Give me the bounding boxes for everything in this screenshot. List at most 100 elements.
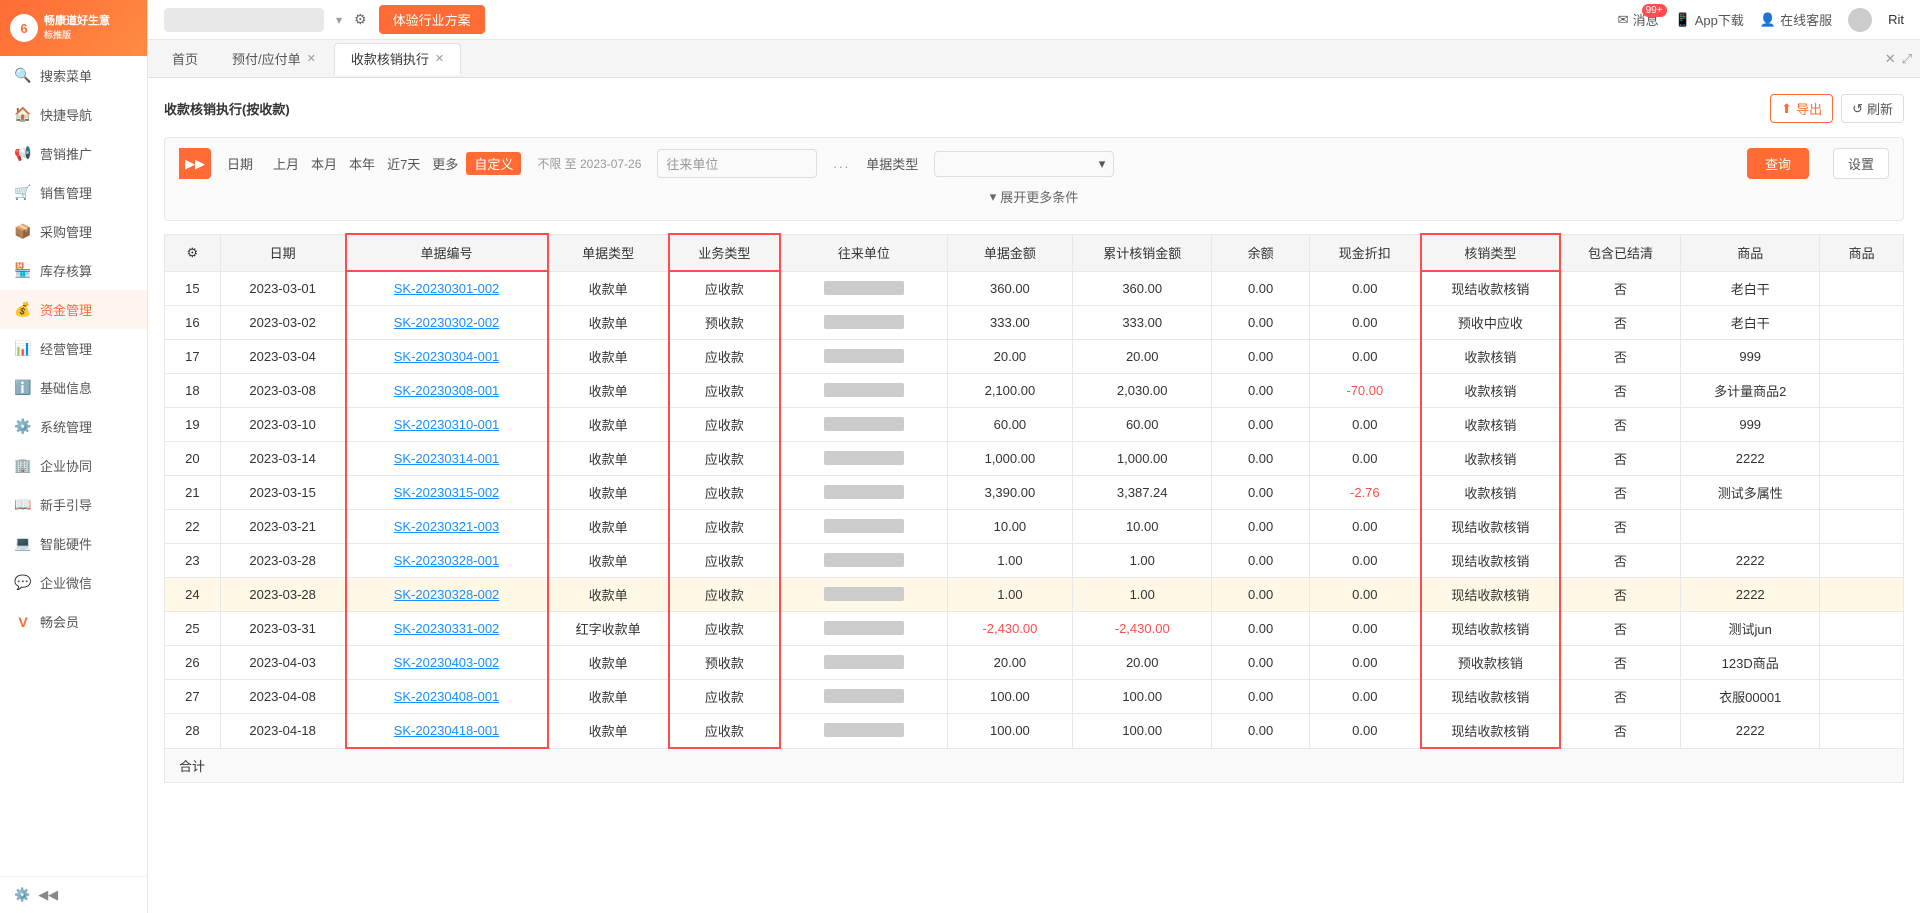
table-row: 15 2023-03-01 SK-20230301-002 收款单 应收款 36… bbox=[165, 271, 1904, 306]
tab-prepay-close-icon[interactable]: ✕ bbox=[307, 52, 316, 65]
sidebar-item-member[interactable]: V 畅会员 bbox=[0, 602, 147, 641]
date-custom-button[interactable]: 自定义 bbox=[466, 152, 521, 175]
setting-button[interactable]: 设置 bbox=[1833, 148, 1889, 179]
cell-docno-3[interactable]: SK-20230308-001 bbox=[346, 374, 548, 408]
sidebar-item-finance[interactable]: 💰 资金管理 bbox=[0, 290, 147, 329]
cell-amount-3: 2,100.00 bbox=[947, 374, 1072, 408]
export-button[interactable]: ⬆ 导出 bbox=[1770, 94, 1833, 123]
user-avatar[interactable] bbox=[1848, 8, 1872, 32]
cell-partner-1 bbox=[780, 306, 947, 340]
sidebar-item-basic[interactable]: ℹ️ 基础信息 bbox=[0, 368, 147, 407]
cell-writeoff-6: 3,387.24 bbox=[1073, 476, 1212, 510]
cell-docno-1[interactable]: SK-20230302-002 bbox=[346, 306, 548, 340]
table-row: 16 2023-03-02 SK-20230302-002 收款单 预收款 33… bbox=[165, 306, 1904, 340]
cell-cashdisc-10: 0.00 bbox=[1309, 612, 1420, 646]
filter-dots: ... bbox=[833, 156, 850, 171]
sidebar-label-search: 搜索菜单 bbox=[40, 66, 92, 85]
col-doctype-header: 单据类型 bbox=[548, 234, 669, 271]
date-7days-button[interactable]: 近7天 bbox=[383, 152, 424, 175]
date-this-year-button[interactable]: 本年 bbox=[345, 152, 379, 175]
cell-balance-6: 0.00 bbox=[1212, 476, 1309, 510]
ops-nav-icon: 📊 bbox=[14, 340, 32, 357]
cell-docno-8[interactable]: SK-20230328-001 bbox=[346, 544, 548, 578]
cell-docno-9[interactable]: SK-20230328-002 bbox=[346, 578, 548, 612]
date-more-button[interactable]: 更多 bbox=[428, 152, 462, 175]
cell-docno-5[interactable]: SK-20230314-001 bbox=[346, 442, 548, 476]
cell-goods2-7 bbox=[1820, 510, 1904, 544]
sidebar-item-wechat[interactable]: 💬 企业微信 bbox=[0, 563, 147, 602]
cell-docno-7[interactable]: SK-20230321-003 bbox=[346, 510, 548, 544]
tab-home[interactable]: 首页 bbox=[156, 43, 214, 75]
cell-partner-12 bbox=[780, 680, 947, 714]
sidebar-item-guide[interactable]: 📖 新手引导 bbox=[0, 485, 147, 524]
cell-docno-0[interactable]: SK-20230301-002 bbox=[346, 271, 548, 306]
cell-docno-6[interactable]: SK-20230315-002 bbox=[346, 476, 548, 510]
collapse-icon[interactable]: ◀◀ bbox=[38, 887, 58, 903]
refresh-label: 刷新 bbox=[1867, 99, 1893, 118]
settings-icon[interactable]: ⚙️ bbox=[14, 887, 30, 903]
sidebar-item-operations[interactable]: 📊 经营管理 bbox=[0, 329, 147, 368]
cell-goods2-12 bbox=[1820, 680, 1904, 714]
sidebar-item-corp[interactable]: 🏢 企业协同 bbox=[0, 446, 147, 485]
partner-input[interactable]: 往来单位 bbox=[657, 149, 817, 178]
cell-writeofftype-3: 收款核销 bbox=[1421, 374, 1560, 408]
message-badge: 99+ bbox=[1642, 4, 1667, 17]
cell-goods1-6: 测试多属性 bbox=[1681, 476, 1820, 510]
cell-incleared-10: 否 bbox=[1560, 612, 1681, 646]
sidebar-item-system[interactable]: ⚙️ 系统管理 bbox=[0, 407, 147, 446]
cell-docno-4[interactable]: SK-20230310-001 bbox=[346, 408, 548, 442]
filter-expand-button[interactable]: ▶▶ bbox=[179, 148, 211, 179]
cell-docno-12[interactable]: SK-20230408-001 bbox=[346, 680, 548, 714]
sidebar-item-search[interactable]: 🔍 搜索菜单 bbox=[0, 56, 147, 95]
expand-more-conditions[interactable]: ▾ 展开更多条件 bbox=[179, 183, 1889, 210]
date-last-month-button[interactable]: 上月 bbox=[269, 152, 303, 175]
tab-writeoff-close-icon[interactable]: ✕ bbox=[435, 52, 444, 65]
tab-close-all-icon[interactable]: ✕ bbox=[1885, 51, 1896, 67]
sidebar-item-quicknav[interactable]: 🏠 快捷导航 bbox=[0, 95, 147, 134]
cell-date-8: 2023-03-28 bbox=[220, 544, 345, 578]
table-row: 25 2023-03-31 SK-20230331-002 红字收款单 应收款 … bbox=[165, 612, 1904, 646]
col-settings-header[interactable]: ⚙ bbox=[165, 234, 221, 271]
doctype-select[interactable]: ▾ bbox=[934, 151, 1114, 177]
data-table: ⚙ 日期 单据编号 单据类型 业务类型 往来单位 单据金额 累计核销金额 余额 … bbox=[164, 233, 1904, 783]
cell-docno-13[interactable]: SK-20230418-001 bbox=[346, 714, 548, 749]
topbar-search-bar[interactable] bbox=[164, 8, 324, 32]
cell-date-9: 2023-03-28 bbox=[220, 578, 345, 612]
cell-cashdisc-5: 0.00 bbox=[1309, 442, 1420, 476]
sidebar-item-inventory[interactable]: 🏪 库存核算 bbox=[0, 251, 147, 290]
sidebar-item-hardware[interactable]: 💻 智能硬件 bbox=[0, 524, 147, 563]
tab-writeoff[interactable]: 收款核销执行 ✕ bbox=[334, 43, 461, 75]
tab-fullscreen-icon[interactable]: ⤢ bbox=[1902, 51, 1912, 67]
topbar-gear-icon[interactable]: ⚙ bbox=[354, 11, 367, 28]
date-this-month-button[interactable]: 本月 bbox=[307, 152, 341, 175]
table-footer-row: 合计 bbox=[165, 748, 1904, 783]
date-filter-label: 日期 bbox=[227, 154, 253, 173]
tab-prepay[interactable]: 预付/应付单 ✕ bbox=[216, 43, 332, 75]
cell-doctype-8: 收款单 bbox=[548, 544, 669, 578]
industry-solution-button[interactable]: 体验行业方案 bbox=[379, 5, 485, 34]
cell-goods1-0: 老白干 bbox=[1681, 271, 1820, 306]
sidebar-item-purchase[interactable]: 📦 采购管理 bbox=[0, 212, 147, 251]
cell-docno-10[interactable]: SK-20230331-002 bbox=[346, 612, 548, 646]
cell-balance-11: 0.00 bbox=[1212, 646, 1309, 680]
sidebar-item-sales[interactable]: 🛒 销售管理 bbox=[0, 173, 147, 212]
cell-amount-10: -2,430.00 bbox=[947, 612, 1072, 646]
user-name: Rit bbox=[1888, 12, 1904, 27]
app-download-button[interactable]: 📱 App下载 bbox=[1675, 10, 1744, 29]
hardware-nav-icon: 💻 bbox=[14, 535, 32, 552]
purchase-nav-icon: 📦 bbox=[14, 223, 32, 240]
date-range-text: 不限 至 2023-07-26 bbox=[537, 155, 641, 172]
cell-balance-7: 0.00 bbox=[1212, 510, 1309, 544]
online-service-button[interactable]: 👤 在线客服 bbox=[1760, 10, 1832, 29]
cell-amount-1: 333.00 bbox=[947, 306, 1072, 340]
cell-docno-11[interactable]: SK-20230403-002 bbox=[346, 646, 548, 680]
query-button[interactable]: 查询 bbox=[1747, 148, 1809, 179]
cell-biztype-5: 应收款 bbox=[669, 442, 780, 476]
sidebar-item-marketing[interactable]: 📢 营销推广 bbox=[0, 134, 147, 173]
message-button[interactable]: ✉ 消息 99+ bbox=[1618, 10, 1659, 29]
cell-biztype-1: 预收款 bbox=[669, 306, 780, 340]
cell-balance-0: 0.00 bbox=[1212, 271, 1309, 306]
cell-docno-2[interactable]: SK-20230304-001 bbox=[346, 340, 548, 374]
sidebar-nav: 🔍 搜索菜单 🏠 快捷导航 📢 营销推广 🛒 销售管理 📦 采购管理 🏪 库存核… bbox=[0, 56, 147, 876]
refresh-button[interactable]: ↺ 刷新 bbox=[1841, 94, 1904, 123]
